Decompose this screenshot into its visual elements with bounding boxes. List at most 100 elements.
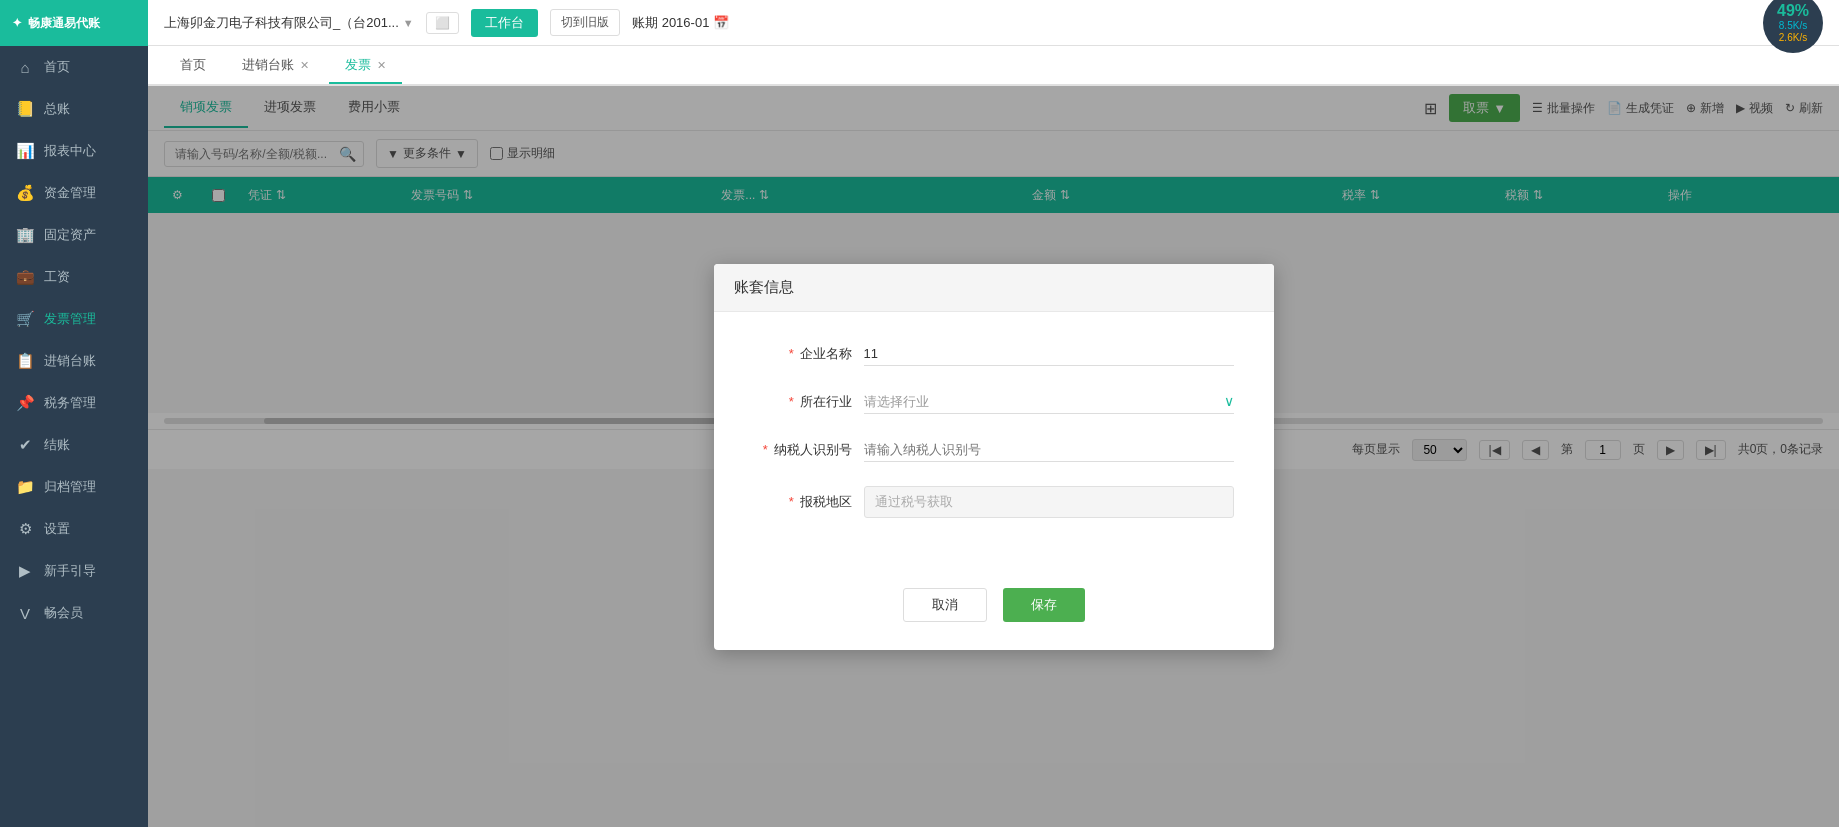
sidebar-item-assets[interactable]: 🏢 固定资产 xyxy=(0,214,148,256)
sidebar-label-reports: 报表中心 xyxy=(44,142,96,160)
industry-select[interactable]: 请选择行业 xyxy=(864,390,1224,413)
sidebar-icon-salary: 💼 xyxy=(16,268,34,286)
sidebar-icon-funds: 💰 xyxy=(16,184,34,202)
required-star-4: * xyxy=(789,494,794,509)
nav-tab-label-invoice: 发票 xyxy=(345,57,371,72)
sidebar-icon-settle: ✔ xyxy=(16,436,34,454)
network-speeds: 8.5K/s 2.6K/s xyxy=(1779,20,1807,43)
form-row-tax-id: * 纳税人识别号 xyxy=(754,438,1234,462)
required-star-2: * xyxy=(789,394,794,409)
content-area: 销项发票进项发票费用小票 ⊞ 取票 ▼ ☰ 批量操作 📄 生成凭证 xyxy=(148,86,1839,827)
dialog-body: * 企业名称 * 所在行业 请选择行业 xyxy=(714,312,1274,572)
sidebar-label-member: 畅会员 xyxy=(44,604,83,622)
sidebar-item-tax[interactable]: 📌 税务管理 xyxy=(0,382,148,424)
nav-tab-close-purchase[interactable]: ✕ xyxy=(300,59,309,71)
sidebar-item-ledger[interactable]: 📒 总账 xyxy=(0,88,148,130)
sidebar-label-assets: 固定资产 xyxy=(44,226,96,244)
sidebar-item-settings[interactable]: ⚙ 设置 xyxy=(0,508,148,550)
dialog-title: 账套信息 xyxy=(734,278,794,295)
company-name: 上海卯金刀电子科技有限公司_（台201... xyxy=(164,14,399,32)
sidebar-item-invoice[interactable]: 🛒 发票管理 xyxy=(0,298,148,340)
sidebar-icon-reports: 📊 xyxy=(16,142,34,160)
industry-label: * 所在行业 xyxy=(754,393,864,411)
logo-text: 畅康通易代账 xyxy=(28,15,100,32)
sidebar-icon-member: V xyxy=(16,605,34,622)
company-dropdown-icon: ▼ xyxy=(403,17,414,29)
tax-id-input[interactable] xyxy=(864,438,1234,462)
sidebar-label-tax: 税务管理 xyxy=(44,394,96,412)
sidebar-label-ledger: 总账 xyxy=(44,100,70,118)
company-name-label: * 企业名称 xyxy=(754,345,864,363)
nav-tabs-bar: 首页 进销台账 ✕ 发票 ✕ xyxy=(148,46,1839,86)
upload-speed: 8.5K/s xyxy=(1779,20,1807,31)
company-selector[interactable]: 上海卯金刀电子科技有限公司_（台201... ▼ xyxy=(164,14,414,32)
sidebar-label-salary: 工资 xyxy=(44,268,70,286)
modal-overlay[interactable]: 账套信息 * 企业名称 * 所在行业 xyxy=(148,86,1839,827)
region-readonly: 通过税号获取 xyxy=(864,486,1234,518)
sidebar-label-settings: 设置 xyxy=(44,520,70,538)
industry-select-wrap: 请选择行业 ∨ xyxy=(864,390,1234,414)
sidebar-item-member[interactable]: V 畅会员 xyxy=(0,592,148,634)
download-speed: 2.6K/s xyxy=(1779,32,1807,43)
logo-icon: ✦ xyxy=(12,16,22,30)
topbar-right: 49% 8.5K/s 2.6K/s xyxy=(1763,0,1823,53)
copy-button[interactable]: ⬜ xyxy=(426,12,459,34)
sidebar-icon-invoice: 🛒 xyxy=(16,310,34,328)
sidebar-icon-archive: 📁 xyxy=(16,478,34,496)
sidebar-item-reports[interactable]: 📊 报表中心 xyxy=(0,130,148,172)
nav-tab-label-home: 首页 xyxy=(180,57,206,72)
network-stats: 49% 8.5K/s 2.6K/s xyxy=(1763,0,1823,53)
nav-tab-invoice[interactable]: 发票 ✕ xyxy=(329,48,402,84)
tax-id-label: * 纳税人识别号 xyxy=(754,441,864,459)
sidebar-icon-ledger: 📒 xyxy=(16,100,34,118)
topbar: 上海卯金刀电子科技有限公司_（台201... ▼ ⬜ 工作台 切到旧版 账期 2… xyxy=(148,0,1839,46)
sidebar: ✦ 畅康通易代账 ⌂ 首页 📒 总账 📊 报表中心 💰 资金管理 🏢 固定资产 💼 工资 🛒 发票管理 📋 进… xyxy=(0,0,148,827)
sidebar-logo: ✦ 畅康通易代账 xyxy=(0,0,148,46)
sidebar-label-funds: 资金管理 xyxy=(44,184,96,202)
sidebar-label-guide: 新手引导 xyxy=(44,562,96,580)
sidebar-icon-purchase: 📋 xyxy=(16,352,34,370)
sidebar-item-settle[interactable]: ✔ 结账 xyxy=(0,424,148,466)
sidebar-icon-guide: ▶ xyxy=(16,562,34,580)
sidebar-item-salary[interactable]: 💼 工资 xyxy=(0,256,148,298)
network-percent: 49% xyxy=(1777,2,1809,20)
period-label: 账期 xyxy=(632,14,658,32)
sidebar-label-home: 首页 xyxy=(44,58,70,76)
form-row-company: * 企业名称 xyxy=(754,342,1234,366)
sidebar-item-archive[interactable]: 📁 归档管理 xyxy=(0,466,148,508)
save-button[interactable]: 保存 xyxy=(1003,588,1085,622)
sidebar-label-settle: 结账 xyxy=(44,436,70,454)
sidebar-icon-home: ⌂ xyxy=(16,59,34,76)
dialog-header: 账套信息 xyxy=(714,264,1274,312)
sidebar-label-archive: 归档管理 xyxy=(44,478,96,496)
required-star-3: * xyxy=(763,442,768,457)
region-label: * 报税地区 xyxy=(754,493,864,511)
period-value: 2016-01 xyxy=(662,15,710,30)
required-star: * xyxy=(789,346,794,361)
sidebar-icon-tax: 📌 xyxy=(16,394,34,412)
nav-tab-purchase[interactable]: 进销台账 ✕ xyxy=(226,48,325,84)
sidebar-icon-settings: ⚙ xyxy=(16,520,34,538)
sidebar-item-purchase[interactable]: 📋 进销台账 xyxy=(0,340,148,382)
sidebar-icon-assets: 🏢 xyxy=(16,226,34,244)
sidebar-item-funds[interactable]: 💰 资金管理 xyxy=(0,172,148,214)
dialog-footer: 取消 保存 xyxy=(714,572,1274,650)
workbench-button[interactable]: 工作台 xyxy=(471,9,538,37)
nav-tab-label-purchase: 进销台账 xyxy=(242,57,294,72)
period-display: 账期 2016-01 📅 xyxy=(632,14,730,32)
dialog: 账套信息 * 企业名称 * 所在行业 xyxy=(714,264,1274,650)
company-name-input[interactable] xyxy=(864,342,1234,366)
main-area: 上海卯金刀电子科技有限公司_（台201... ▼ ⬜ 工作台 切到旧版 账期 2… xyxy=(148,0,1839,827)
calendar-icon[interactable]: 📅 xyxy=(713,15,729,30)
sidebar-item-home[interactable]: ⌂ 首页 xyxy=(0,46,148,88)
nav-tab-close-invoice[interactable]: ✕ xyxy=(377,59,386,71)
form-row-industry: * 所在行业 请选择行业 ∨ xyxy=(754,390,1234,414)
sidebar-label-purchase: 进销台账 xyxy=(44,352,96,370)
sidebar-item-guide[interactable]: ▶ 新手引导 xyxy=(0,550,148,592)
form-row-region: * 报税地区 通过税号获取 xyxy=(754,486,1234,518)
cancel-button[interactable]: 取消 xyxy=(903,588,987,622)
old-version-button[interactable]: 切到旧版 xyxy=(550,9,620,36)
industry-dropdown-icon: ∨ xyxy=(1224,393,1234,409)
sidebar-label-invoice: 发票管理 xyxy=(44,310,96,328)
nav-tab-home[interactable]: 首页 xyxy=(164,48,222,84)
